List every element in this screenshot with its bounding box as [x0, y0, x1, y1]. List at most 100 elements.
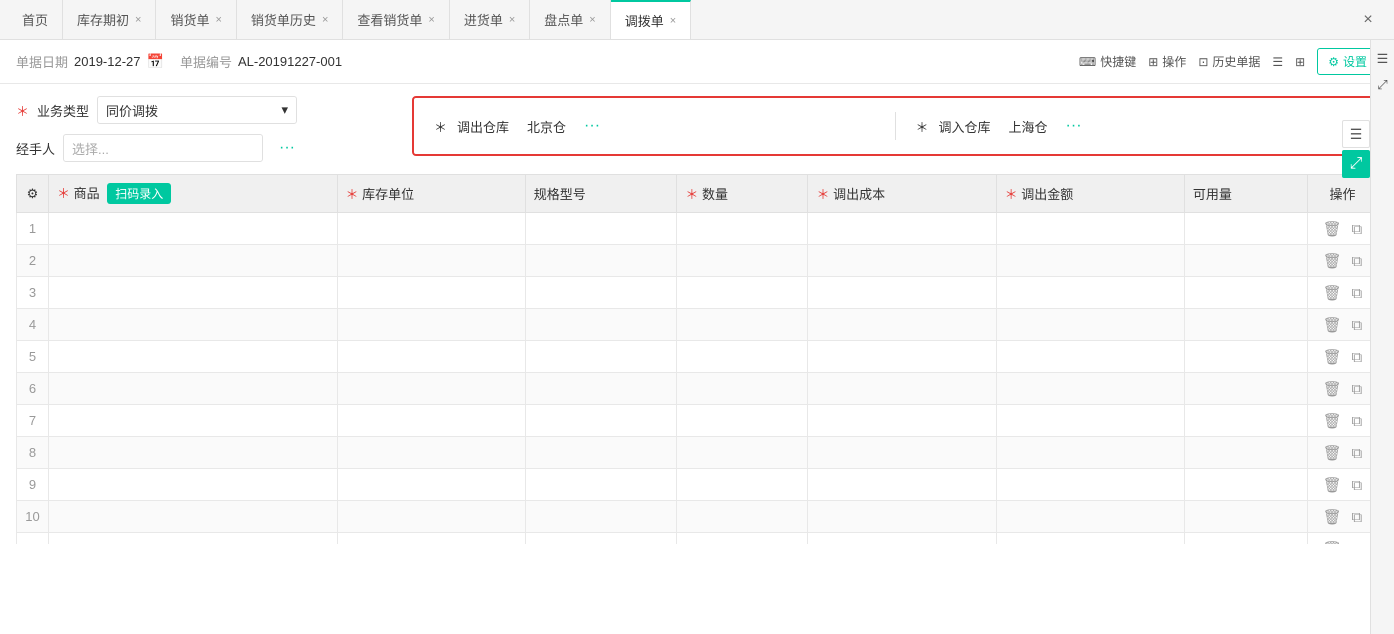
- handler-input[interactable]: 选择...: [63, 134, 263, 162]
- copy-icon-2[interactable]: ⧉: [1351, 253, 1362, 270]
- tab-purchase[interactable]: 进货单 ×: [450, 0, 530, 39]
- panel-list-icon[interactable]: ☰: [1372, 48, 1394, 70]
- grid-view-button[interactable]: ⊞: [1295, 55, 1305, 69]
- available-cell-7[interactable]: [1184, 405, 1307, 437]
- product-cell-5[interactable]: [49, 341, 338, 373]
- copy-icon-3[interactable]: ⧉: [1351, 285, 1362, 302]
- delete-icon-9[interactable]: 🗑: [1323, 477, 1342, 494]
- copy-icon-10[interactable]: ⧉: [1351, 509, 1362, 526]
- qty-cell-9[interactable]: [677, 469, 808, 501]
- tab-sales-history[interactable]: 销货单历史 ×: [237, 0, 343, 39]
- unit-cell-11[interactable]: [337, 533, 525, 545]
- tab-inventory-check[interactable]: 盘点单 ×: [530, 0, 610, 39]
- biz-type-dropdown[interactable]: 同价调拨 ▾: [97, 96, 297, 124]
- product-cell-6[interactable]: [49, 373, 338, 405]
- handler-more-icon[interactable]: ···: [279, 139, 295, 157]
- tab-purchase-close[interactable]: ×: [509, 14, 515, 26]
- delete-icon-3[interactable]: 🗑: [1323, 285, 1342, 302]
- qty-cell-7[interactable]: [677, 405, 808, 437]
- delete-icon-4[interactable]: 🗑: [1323, 317, 1342, 334]
- product-cell-7[interactable]: [49, 405, 338, 437]
- copy-icon-5[interactable]: ⧉: [1351, 349, 1362, 366]
- amount-cell-10[interactable]: [996, 501, 1184, 533]
- cost-cell-7[interactable]: [808, 405, 996, 437]
- available-cell-5[interactable]: [1184, 341, 1307, 373]
- cost-cell-10[interactable]: [808, 501, 996, 533]
- amount-cell-5[interactable]: [996, 341, 1184, 373]
- spec-cell-6[interactable]: [525, 373, 677, 405]
- copy-icon-4[interactable]: ⧉: [1351, 317, 1362, 334]
- tab-sales-history-close[interactable]: ×: [322, 14, 328, 26]
- amount-cell-6[interactable]: [996, 373, 1184, 405]
- panel-expand-icon[interactable]: ⤢: [1372, 74, 1394, 96]
- tab-transfer[interactable]: 调拨单 ×: [611, 0, 691, 39]
- tab-sales-order[interactable]: 销货单 ×: [156, 0, 236, 39]
- qty-cell-10[interactable]: [677, 501, 808, 533]
- tab-view-sales-close[interactable]: ×: [428, 14, 434, 26]
- delete-icon-7[interactable]: 🗑: [1323, 413, 1342, 430]
- available-cell-4[interactable]: [1184, 309, 1307, 341]
- product-cell-4[interactable]: [49, 309, 338, 341]
- unit-cell-7[interactable]: [337, 405, 525, 437]
- available-cell-11[interactable]: [1184, 533, 1307, 545]
- unit-cell-10[interactable]: [337, 501, 525, 533]
- amount-cell-11[interactable]: [996, 533, 1184, 545]
- amount-cell-2[interactable]: [996, 245, 1184, 277]
- warehouse-in-more-icon[interactable]: ···: [1066, 117, 1082, 135]
- qty-cell-8[interactable]: [677, 437, 808, 469]
- unit-cell-3[interactable]: [337, 277, 525, 309]
- product-cell-9[interactable]: [49, 469, 338, 501]
- table-settings-icon[interactable]: ⚙: [27, 186, 39, 201]
- delete-icon-2[interactable]: 🗑: [1323, 253, 1342, 270]
- spec-cell-7[interactable]: [525, 405, 677, 437]
- amount-cell-9[interactable]: [996, 469, 1184, 501]
- qty-cell-4[interactable]: [677, 309, 808, 341]
- available-cell-1[interactable]: [1184, 213, 1307, 245]
- delete-icon-11[interactable]: 🗑: [1323, 541, 1342, 545]
- available-cell-8[interactable]: [1184, 437, 1307, 469]
- settings-button[interactable]: ⚙ 设置: [1317, 48, 1378, 75]
- unit-cell-4[interactable]: [337, 309, 525, 341]
- cost-cell-4[interactable]: [808, 309, 996, 341]
- scan-button[interactable]: 扫码录入: [107, 183, 171, 204]
- tab-inventory-check-close[interactable]: ×: [589, 14, 595, 26]
- cost-cell-8[interactable]: [808, 437, 996, 469]
- amount-cell-3[interactable]: [996, 277, 1184, 309]
- amount-cell-1[interactable]: [996, 213, 1184, 245]
- cost-cell-9[interactable]: [808, 469, 996, 501]
- cost-cell-1[interactable]: [808, 213, 996, 245]
- available-cell-6[interactable]: [1184, 373, 1307, 405]
- spec-cell-3[interactable]: [525, 277, 677, 309]
- unit-cell-6[interactable]: [337, 373, 525, 405]
- product-cell-11[interactable]: [49, 533, 338, 545]
- cost-cell-2[interactable]: [808, 245, 996, 277]
- cost-cell-6[interactable]: [808, 373, 996, 405]
- qty-cell-11[interactable]: [677, 533, 808, 545]
- warehouse-out-more-icon[interactable]: ···: [584, 117, 600, 135]
- product-cell-2[interactable]: [49, 245, 338, 277]
- spec-cell-5[interactable]: [525, 341, 677, 373]
- unit-cell-9[interactable]: [337, 469, 525, 501]
- spec-cell-4[interactable]: [525, 309, 677, 341]
- amount-cell-7[interactable]: [996, 405, 1184, 437]
- cost-cell-3[interactable]: [808, 277, 996, 309]
- calendar-icon[interactable]: 📅: [147, 53, 164, 70]
- list-view-button[interactable]: ☰: [1272, 55, 1283, 69]
- copy-icon-8[interactable]: ⧉: [1351, 445, 1362, 462]
- shortcut-button[interactable]: ⌨ 快捷键: [1079, 53, 1136, 70]
- tab-inventory-init[interactable]: 库存期初 ×: [63, 0, 156, 39]
- copy-icon-1[interactable]: ⧉: [1351, 221, 1362, 238]
- available-cell-3[interactable]: [1184, 277, 1307, 309]
- qty-cell-1[interactable]: [677, 213, 808, 245]
- available-cell-9[interactable]: [1184, 469, 1307, 501]
- spec-cell-1[interactable]: [525, 213, 677, 245]
- tab-transfer-close[interactable]: ×: [670, 15, 676, 27]
- product-cell-8[interactable]: [49, 437, 338, 469]
- unit-cell-2[interactable]: [337, 245, 525, 277]
- tab-sales-order-close[interactable]: ×: [215, 14, 221, 26]
- delete-icon-10[interactable]: 🗑: [1323, 509, 1342, 526]
- cost-cell-5[interactable]: [808, 341, 996, 373]
- available-cell-2[interactable]: [1184, 245, 1307, 277]
- tab-inventory-init-close[interactable]: ×: [135, 14, 141, 26]
- copy-icon-9[interactable]: ⧉: [1351, 477, 1362, 494]
